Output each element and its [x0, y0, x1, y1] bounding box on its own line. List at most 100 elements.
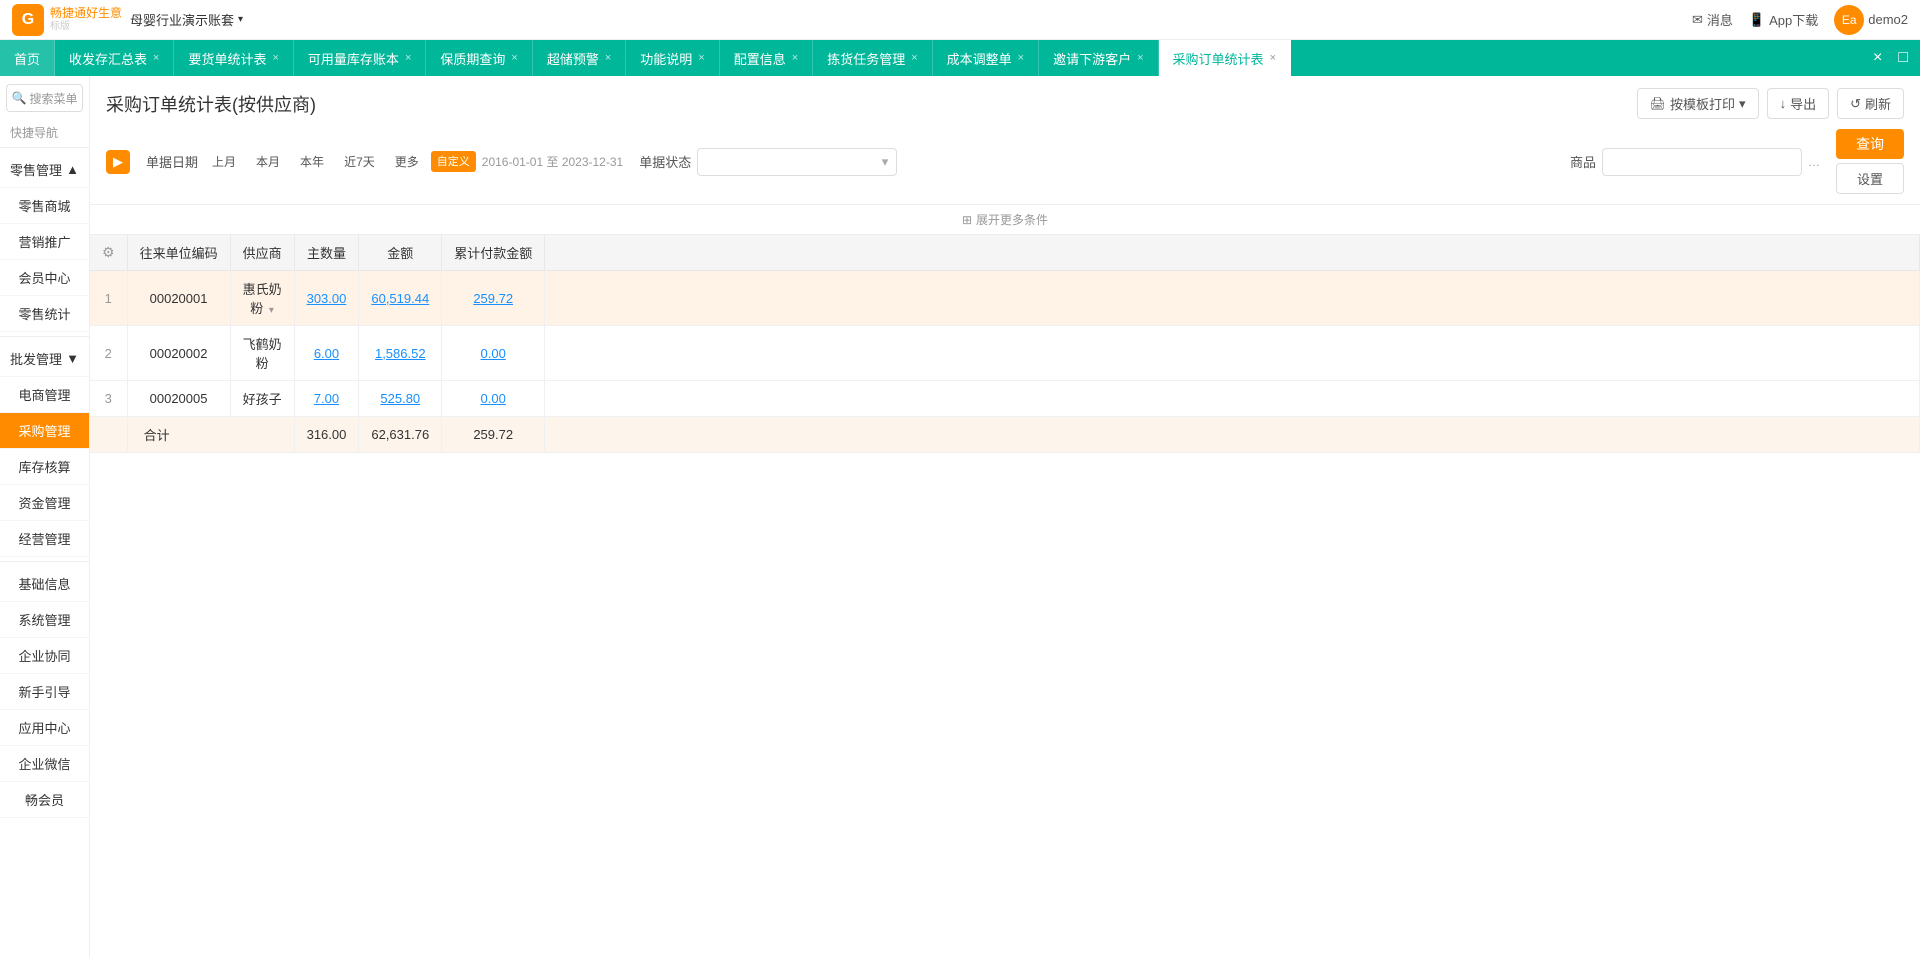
tab-inventory-book[interactable]: 可用量库存账本 × [294, 40, 426, 76]
date-this-year-btn[interactable]: 本年 [292, 151, 332, 172]
sidebar-item-member-center[interactable]: 会员中心 [0, 260, 89, 296]
th-settings: ⚙ [90, 235, 127, 271]
cell-qty: 7.00 [294, 381, 359, 417]
status-select[interactable]: ▾ [697, 148, 897, 176]
close-icon[interactable]: × [272, 52, 278, 64]
close-icon[interactable]: × [405, 52, 411, 64]
tab-home[interactable]: 首页 [0, 40, 55, 76]
tab-order-stats[interactable]: 要货单统计表 × [174, 40, 293, 76]
close-icon[interactable]: × [511, 52, 517, 64]
close-icon[interactable]: × [153, 52, 159, 64]
close-icon[interactable]: × [1018, 52, 1024, 64]
sidebar-item-inventory-accounting[interactable]: 库存核算 [0, 449, 89, 485]
date-last-month-btn[interactable]: 上月 [204, 151, 244, 172]
filter-toggle-button[interactable]: ▶ [106, 150, 130, 174]
sidebar-item-retail-mall[interactable]: 零售商城 [0, 188, 89, 224]
cell-supplier: 飞鹤奶粉 [230, 326, 294, 381]
sidebar-item-enterprise-wechat[interactable]: 企业微信 [0, 746, 89, 782]
sidebar-divider [0, 147, 89, 148]
message-icon: ✉ [1692, 12, 1703, 28]
tab-function-desc[interactable]: 功能说明 × [626, 40, 719, 76]
user-area[interactable]: Ea demo2 [1834, 5, 1908, 35]
cell-code: 00020005 [127, 381, 230, 417]
tab-config-info[interactable]: 配置信息 × [720, 40, 813, 76]
goods-filter-group: 商品 … [1570, 148, 1820, 176]
content-area: 采购订单统计表(按供应商) 🖨 按模板打印 ▾ ↓ 导出 ↺ 刷新 [90, 76, 1920, 957]
tab-pick-task[interactable]: 拣货任务管理 × [813, 40, 932, 76]
sidebar-item-new-guide[interactable]: 新手引导 [0, 674, 89, 710]
close-icon[interactable]: × [792, 52, 798, 64]
date-more-btn[interactable]: 更多 [387, 151, 427, 172]
close-icon[interactable]: × [698, 52, 704, 64]
query-button[interactable]: 查询 [1836, 129, 1904, 159]
expand-more-button[interactable]: ⊞ 展开更多条件 [962, 211, 1048, 228]
chevron-up-icon: ▲ [66, 162, 79, 177]
nav-tabs-bar: 首页 收发存汇总表 × 要货单统计表 × 可用量库存账本 × 保质期查询 × 超… [0, 40, 1920, 76]
goods-input[interactable] [1602, 148, 1802, 176]
gear-icon[interactable]: ⚙ [102, 244, 115, 260]
workspace-selector[interactable]: 母婴行业演示账套 ▾ [130, 10, 243, 29]
date-this-month-btn[interactable]: 本月 [248, 151, 288, 172]
chevron-down-icon: ▾ [238, 14, 243, 25]
page-header: 采购订单统计表(按供应商) 🖨 按模板打印 ▾ ↓ 导出 ↺ 刷新 [90, 76, 1920, 119]
close-icon[interactable]: × [605, 52, 611, 64]
footer-qty-cell: 316.00 [294, 417, 359, 453]
cell-empty [545, 381, 1920, 417]
sidebar-item-app-center[interactable]: 应用中心 [0, 710, 89, 746]
cell-supplier: 惠氏奶粉 ▾ [230, 271, 294, 326]
tab-stock-summary[interactable]: 收发存汇总表 × [55, 40, 174, 76]
message-button[interactable]: ✉ 消息 [1692, 10, 1733, 29]
footer-settings-cell [90, 417, 127, 453]
sidebar-item-vip-member[interactable]: 畅会员 [0, 782, 89, 818]
restore-window-button[interactable]: □ [1894, 49, 1912, 67]
quick-nav-label: 快捷导航 [0, 120, 89, 143]
chevron-down-icon: ⊞ [962, 213, 972, 227]
export-button[interactable]: ↓ 导出 [1767, 88, 1830, 119]
tab-purchase-order-stats[interactable]: 采购订单统计表 × [1159, 40, 1291, 76]
date-custom-badge[interactable]: 自定义 [431, 151, 476, 172]
footer-amount-cell: 62,631.76 [359, 417, 442, 453]
cell-supplier: 好孩子 [230, 381, 294, 417]
close-all-tabs-button[interactable]: × [1869, 49, 1886, 67]
close-icon[interactable]: × [911, 52, 917, 64]
date-last-7-days-btn[interactable]: 近7天 [336, 151, 383, 172]
filter-setting-button[interactable]: 设置 [1836, 163, 1904, 194]
query-actions: 查询 设置 [1836, 129, 1904, 194]
user-avatar: Ea [1834, 5, 1864, 35]
sidebar-item-purchase-mgmt[interactable]: 采购管理 [0, 413, 89, 449]
printer-icon: 🖨 [1650, 96, 1667, 112]
sidebar-item-ecommerce-mgmt[interactable]: 电商管理 [0, 377, 89, 413]
sidebar-item-system-mgmt[interactable]: 系统管理 [0, 602, 89, 638]
tab-expiry-query[interactable]: 保质期查询 × [426, 40, 532, 76]
table-row: 1 00020001 惠氏奶粉 ▾ 303.00 60,519.44 259.7… [90, 271, 1920, 326]
footer-label-cell: 合计 [127, 417, 294, 453]
sidebar-item-marketing[interactable]: 营销推广 [0, 224, 89, 260]
sidebar-item-basic-info[interactable]: 基础信息 [0, 566, 89, 602]
sidebar-divider-2 [0, 336, 89, 337]
filter-bar: ▶ 单据日期 上月 本月 本年 近7天 更多 自定义 2016-01-01 至 … [90, 119, 1920, 205]
sidebar-item-wholesale-mgmt[interactable]: 批发管理 ▼ [0, 341, 89, 377]
expand-more-bar: ⊞ 展开更多条件 [90, 205, 1920, 235]
main-layout: 🔍 搜索菜单 快捷导航 零售管理 ▲ 零售商城 营销推广 会员中心 零售统计 批… [0, 76, 1920, 957]
tab-invite-downstream[interactable]: 邀请下游客户 × [1039, 40, 1158, 76]
sidebar-item-retail-mgmt[interactable]: 零售管理 ▲ [0, 152, 89, 188]
logo-text: 畅捷通好生意 标版 [50, 6, 122, 32]
sidebar-item-business-mgmt[interactable]: 经营管理 [0, 521, 89, 557]
cell-num: 1 [90, 271, 127, 326]
sidebar-item-enterprise-collab[interactable]: 企业协同 [0, 638, 89, 674]
sidebar-item-finance-mgmt[interactable]: 资金管理 [0, 485, 89, 521]
date-quick-buttons: 上月 本月 本年 近7天 更多 自定义 [204, 151, 476, 172]
close-icon[interactable]: × [1270, 52, 1276, 64]
sidebar-item-retail-stats[interactable]: 零售统计 [0, 296, 89, 332]
more-filters-button[interactable]: … [1808, 155, 1820, 169]
cell-paid: 0.00 [442, 381, 545, 417]
sidebar: 🔍 搜索菜单 快捷导航 零售管理 ▲ 零售商城 营销推广 会员中心 零售统计 批… [0, 76, 90, 957]
close-icon[interactable]: × [1137, 52, 1143, 64]
refresh-button[interactable]: ↺ 刷新 [1837, 88, 1904, 119]
tab-cost-adjust[interactable]: 成本调整单 × [933, 40, 1039, 76]
app-download-button[interactable]: 📱 App下载 [1749, 10, 1818, 29]
print-button[interactable]: 🖨 按模板打印 ▾ [1637, 88, 1759, 119]
status-filter-group: 单据状态 ▾ [639, 148, 1554, 176]
tab-overstock-warning[interactable]: 超储预警 × [533, 40, 626, 76]
search-menu-button[interactable]: 🔍 搜索菜单 [6, 84, 83, 112]
